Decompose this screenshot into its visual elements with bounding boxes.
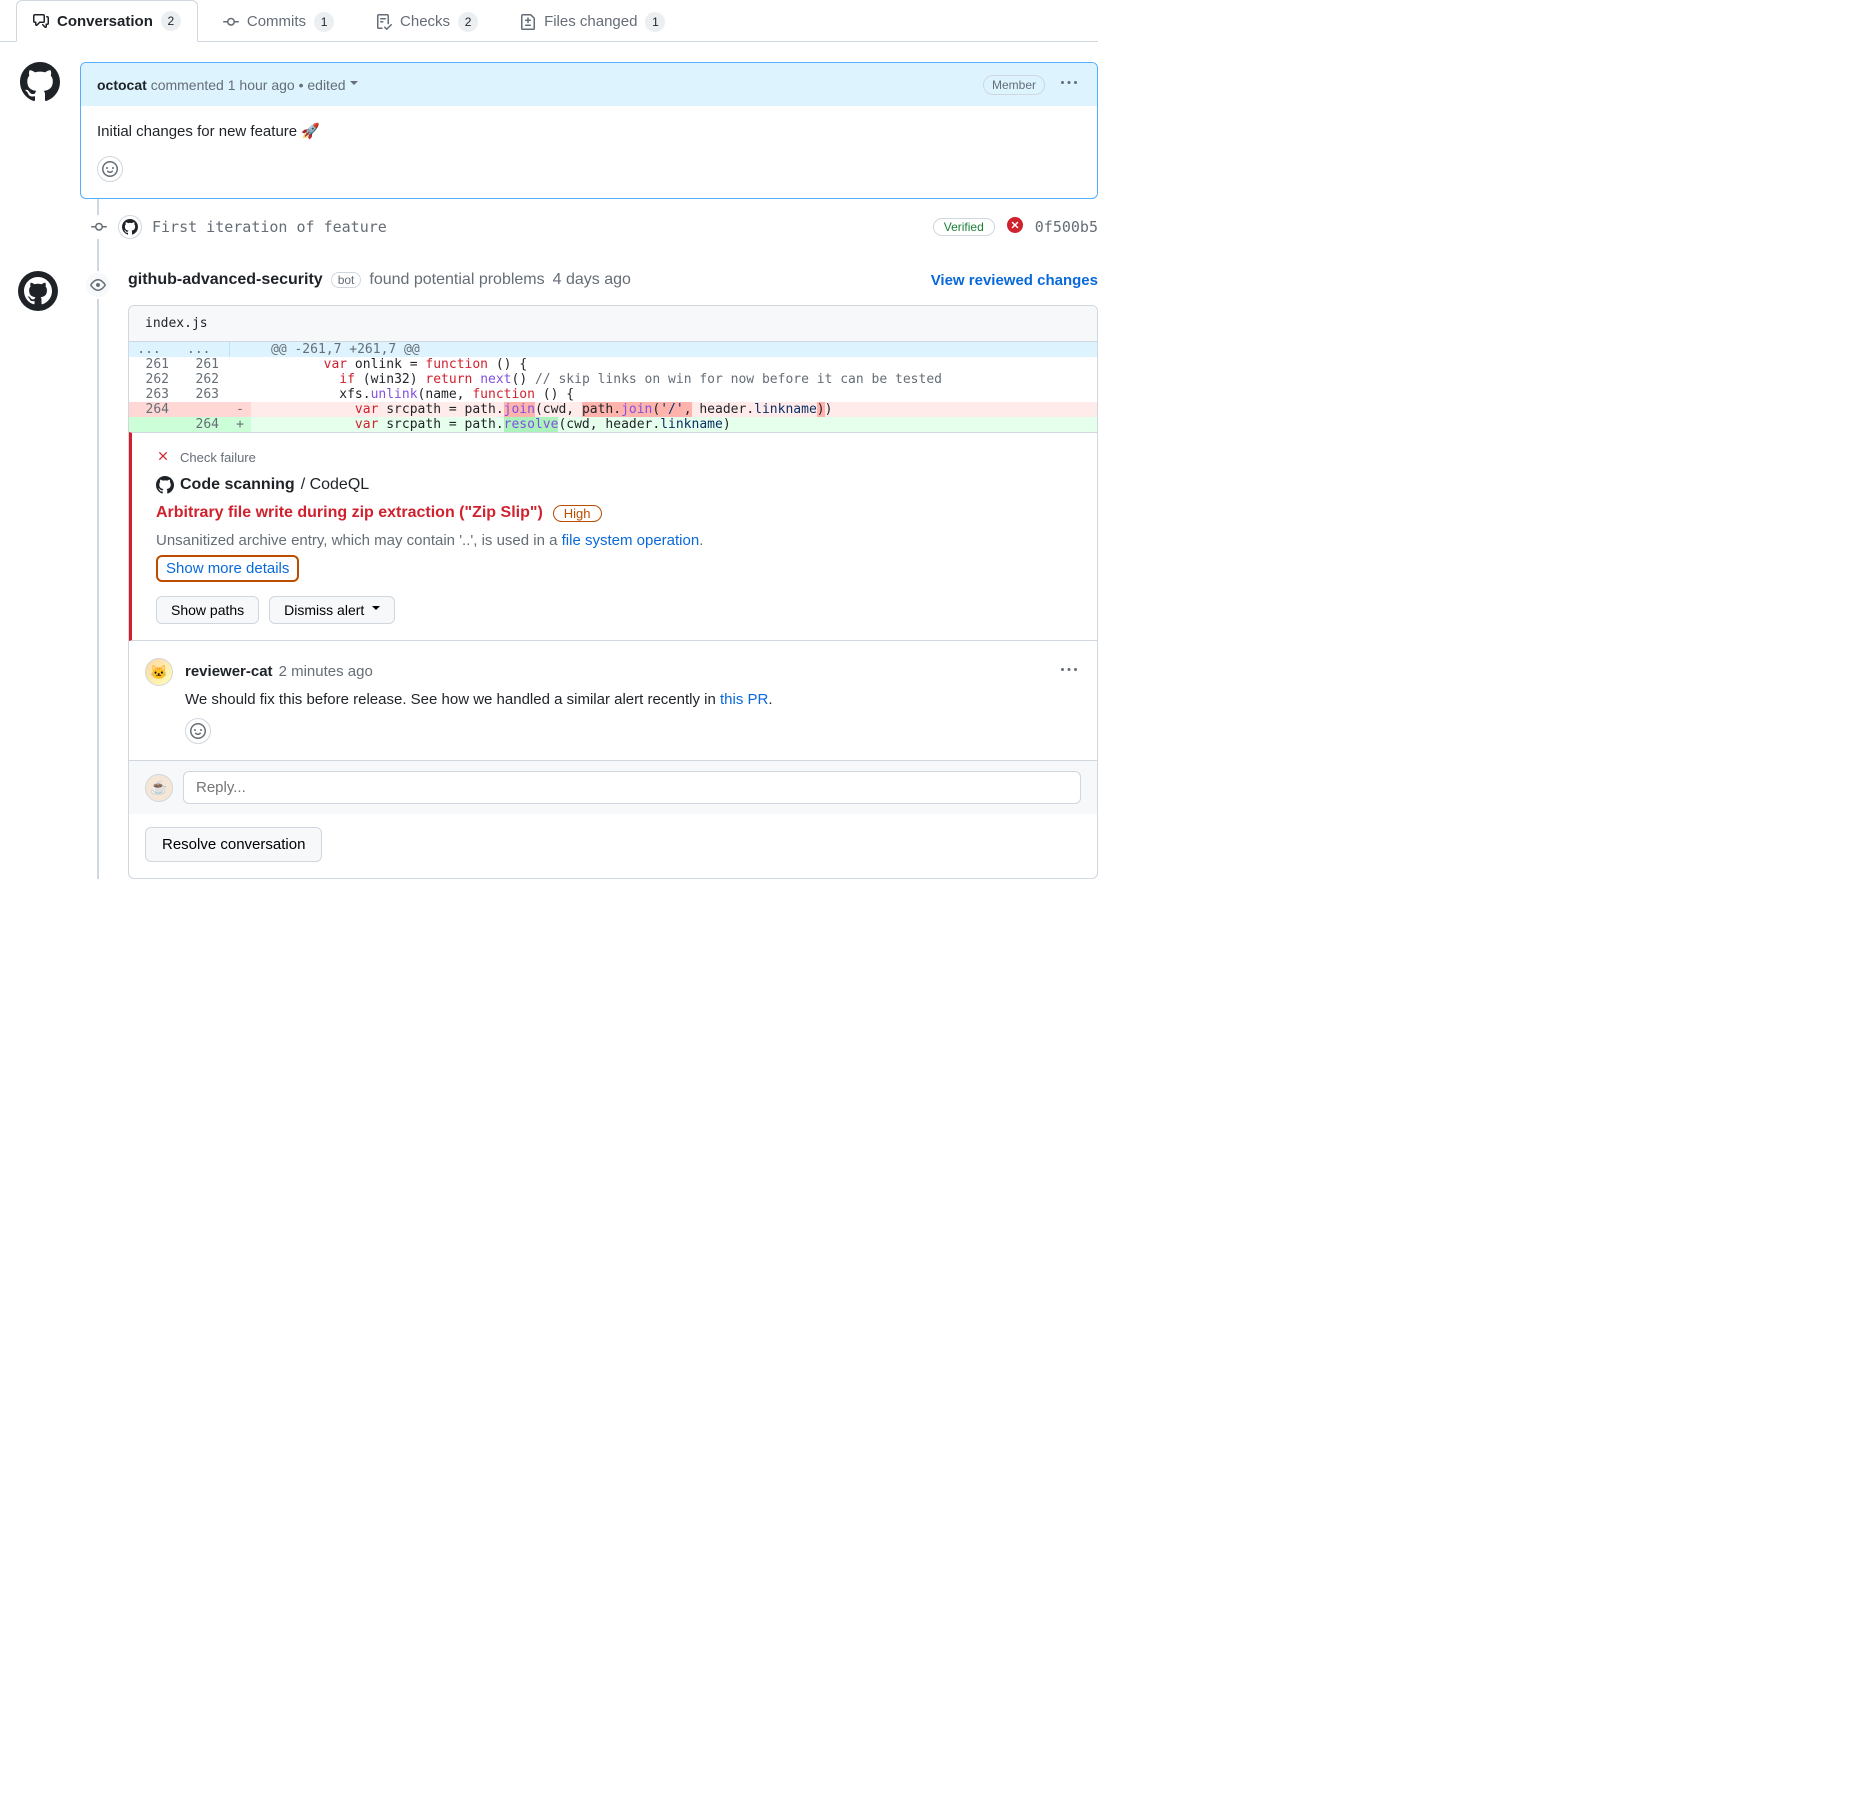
code-scanning-alert: Check failure Code scanning / CodeQL Arb… [129,432,1097,641]
kebab-icon [1061,75,1077,91]
thread-comment-author[interactable]: reviewer-cat [185,663,273,680]
dismiss-alert-button[interactable]: Dismiss alert [269,596,395,624]
smiley-icon [190,723,206,739]
avatar[interactable] [118,215,142,239]
comment-discussion-icon [33,13,49,29]
x-icon [156,449,170,466]
severity-badge: High [553,505,602,522]
pr-link[interactable]: this PR [720,691,768,708]
diff-filename[interactable]: index.js [129,306,1097,342]
edited-caret-icon[interactable] [350,81,358,89]
scanner-name: Code scanning [180,476,295,494]
comment-text: Initial changes for new feature 🚀 [97,122,1081,140]
comment-edited[interactable]: edited [307,77,345,93]
thread-comment: 🐱 reviewer-cat 2 minutes ago We should f… [129,641,1097,760]
avatar[interactable]: ☕ [145,774,173,802]
comment-row: octocat commented 1 hour ago • edited Me… [0,62,1098,199]
avatar[interactable] [20,62,60,102]
comment-header: octocat commented 1 hour ago • edited Me… [81,63,1097,106]
octocat-icon [122,219,138,235]
reply-bar: ☕ [129,760,1097,814]
tab-files[interactable]: Files changed 1 [503,1,682,42]
review-row: github-advanced-security bot found poten… [0,255,1098,289]
tab-checks[interactable]: Checks 2 [359,1,495,42]
reply-input[interactable] [183,771,1081,804]
resolve-conversation-button[interactable]: Resolve conversation [145,827,322,862]
comment-box: octocat commented 1 hour ago • edited Me… [80,62,1098,199]
commit-row: First iteration of feature Verified 0f50… [0,199,1098,255]
file-diff-icon [520,14,536,30]
show-paths-button[interactable]: Show paths [156,596,259,624]
kebab-menu[interactable] [1057,658,1081,685]
review-timestamp[interactable]: 4 days ago [553,271,631,289]
commit-badge [87,215,111,239]
show-more-details-link[interactable]: Show more details [156,555,299,582]
checklist-icon [376,14,392,30]
tab-commits[interactable]: Commits 1 [206,1,351,42]
verified-badge[interactable]: Verified [933,218,995,236]
comment-body: Initial changes for new feature 🚀 [81,106,1097,198]
git-commit-icon [223,14,239,30]
thread-comment-body: We should fix this before release. See h… [185,691,1081,708]
bot-badge: bot [331,272,362,288]
view-changes-link[interactable]: View reviewed changes [931,272,1098,289]
tab-files-label: Files changed [544,13,637,30]
thread-comment-timestamp[interactable]: 2 minutes ago [279,663,373,680]
tab-conversation-label: Conversation [57,13,153,30]
tab-checks-count: 2 [458,12,478,32]
git-commit-icon [91,219,107,235]
reaction-button[interactable] [97,156,123,182]
commit-message[interactable]: First iteration of feature [152,218,387,236]
alert-title[interactable]: Arbitrary file write during zip extracti… [156,504,543,522]
kebab-icon [1061,662,1077,678]
avatar[interactable] [18,271,58,311]
tab-checks-label: Checks [400,13,450,30]
comment-author[interactable]: octocat [97,77,147,93]
tab-conversation[interactable]: Conversation 2 [16,0,198,42]
alert-desc-link[interactable]: file system operation [562,532,700,549]
scanner-suffix: / CodeQL [301,476,369,494]
diff-table: ... ... @@ -261,7 +261,7 @@ 261261 var o… [129,342,1097,432]
github-mark-icon [156,476,174,494]
resolve-bar: Resolve conversation [129,814,1097,878]
hunk-header: @@ -261,7 +261,7 @@ [251,342,1097,357]
check-failure-label: Check failure [180,450,256,465]
alert-description: Unsanitized archive entry, which may con… [156,532,1081,549]
avatar[interactable]: 🐱 [145,658,173,686]
eye-icon [90,277,106,293]
timeline: octocat commented 1 hour ago • edited Me… [0,42,1098,879]
review-author[interactable]: github-advanced-security [128,271,323,289]
github-mark-icon [24,277,52,305]
role-badge: Member [983,75,1045,95]
status-x-icon[interactable] [1007,217,1023,237]
smiley-icon [102,161,118,177]
review-thread: index.js ... ... @@ -261,7 +261,7 @@ 261… [128,305,1098,879]
tab-conversation-count: 2 [161,11,181,31]
review-action: found potential problems [369,271,544,289]
pr-tabs: Conversation 2 Commits 1 Checks 2 Files … [0,0,1098,42]
review-eye-badge [84,271,112,299]
comment-action: commented [151,77,224,93]
kebab-menu[interactable] [1057,71,1081,98]
octocat-icon [20,62,60,102]
commit-sha[interactable]: 0f500b5 [1035,218,1098,236]
tab-files-count: 1 [645,12,665,32]
comment-timestamp[interactable]: 1 hour ago [228,77,295,93]
tab-commits-count: 1 [314,12,334,32]
tab-commits-label: Commits [247,13,306,30]
reaction-button[interactable] [185,718,211,744]
caret-down-icon [372,606,380,614]
